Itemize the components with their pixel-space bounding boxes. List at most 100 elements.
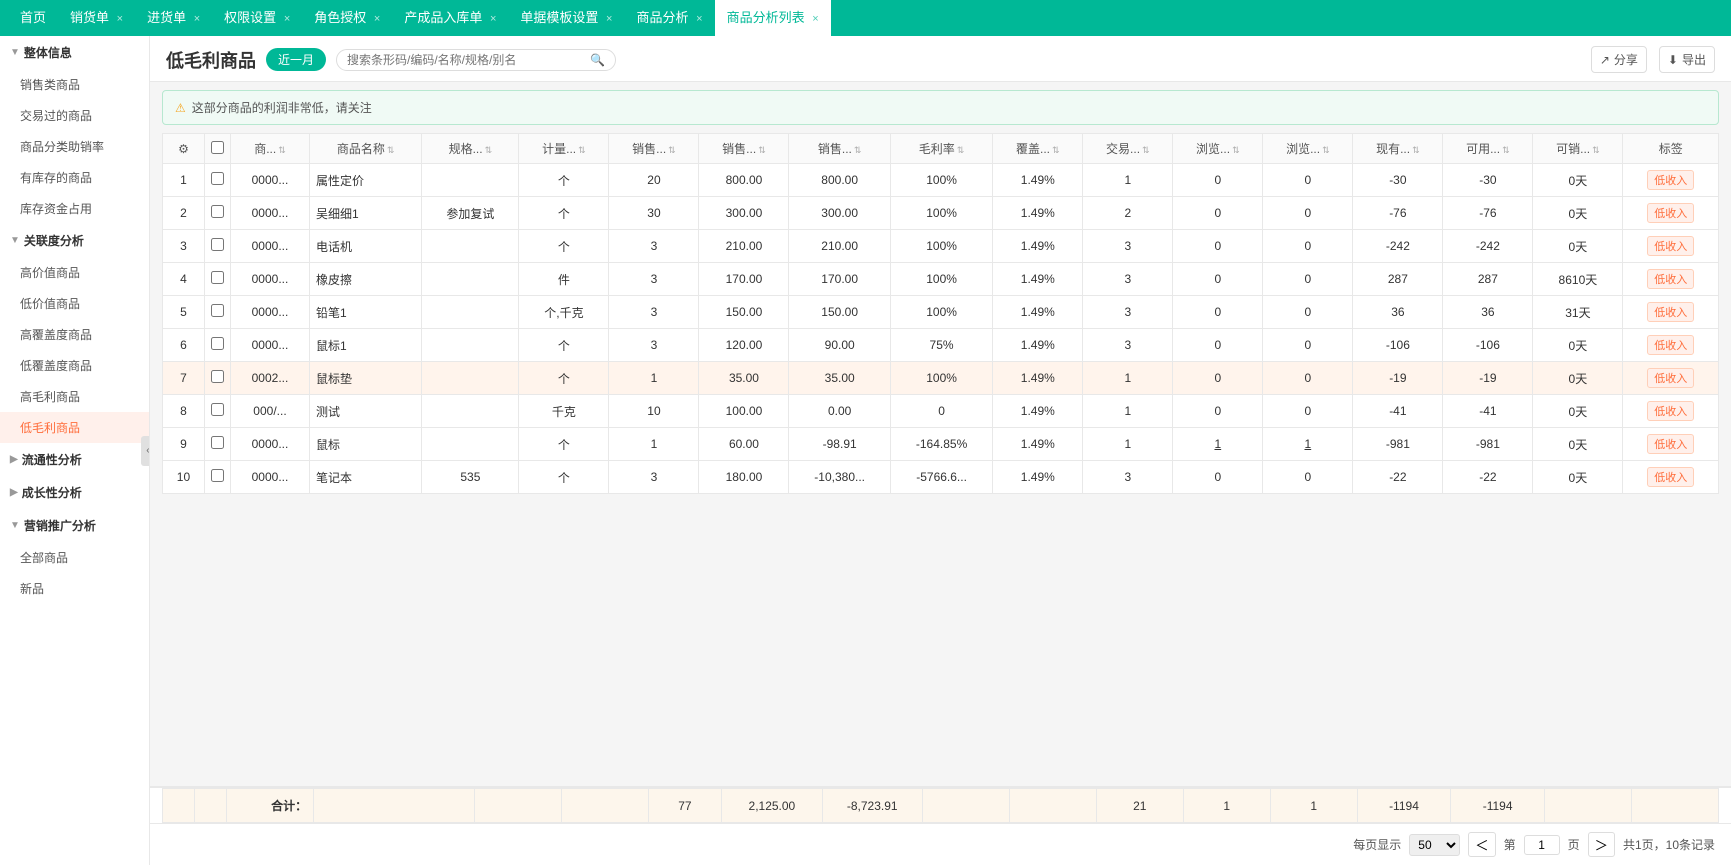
row-checkbox[interactable] — [211, 469, 224, 482]
row-name[interactable]: 鼠标 — [310, 428, 422, 461]
close-icon[interactable]: × — [696, 13, 702, 25]
col-code[interactable]: 商...⇅ — [230, 134, 309, 164]
col-settings[interactable]: ⚙ — [163, 134, 205, 164]
page-input[interactable] — [1524, 835, 1560, 855]
row-name[interactable]: 铅笔1 — [310, 296, 422, 329]
row-views1[interactable]: 0 — [1173, 461, 1263, 494]
nav-item-purchase[interactable]: 进货单 × — [135, 0, 212, 36]
col-unit[interactable]: 计量...⇅ — [519, 134, 609, 164]
row-tag: 低收入 — [1623, 164, 1719, 197]
row-name[interactable]: 电话机 — [310, 230, 422, 263]
sidebar-section-liquidity[interactable]: ▶ 流通性分析 — [0, 443, 149, 476]
col-name[interactable]: 商品名称⇅ — [310, 134, 422, 164]
row-views1[interactable]: 0 — [1173, 230, 1263, 263]
col-gross-margin[interactable]: 毛利率⇅ — [890, 134, 992, 164]
col-available-stock[interactable]: 可用...⇅ — [1443, 134, 1533, 164]
col-coverage[interactable]: 覆盖...⇅ — [993, 134, 1083, 164]
row-views1[interactable]: 0 — [1173, 362, 1263, 395]
nav-item-analysis-list[interactable]: 商品分析列表 × — [715, 0, 831, 36]
row-checkbox[interactable] — [211, 436, 224, 449]
sidebar-section-marketing[interactable]: ▼ 营销推广分析 — [0, 509, 149, 542]
row-checkbox[interactable] — [211, 370, 224, 383]
row-name[interactable]: 鼠标垫 — [310, 362, 422, 395]
nav-item-roles[interactable]: 角色授权 × — [302, 0, 392, 36]
row-views1[interactable]: 1 — [1173, 428, 1263, 461]
time-filter-button[interactable]: 近一月 — [266, 48, 326, 71]
search-input[interactable] — [347, 53, 586, 67]
row-checkbox[interactable] — [211, 304, 224, 317]
prev-page-button[interactable]: ＜ — [1468, 832, 1495, 857]
row-available-stock: -30 — [1443, 164, 1533, 197]
row-name[interactable]: 笔记本 — [310, 461, 422, 494]
col-views2[interactable]: 浏览...⇅ — [1263, 134, 1353, 164]
row-views1[interactable]: 0 — [1173, 197, 1263, 230]
row-checkbox[interactable] — [211, 403, 224, 416]
per-page-select[interactable]: 50 20 100 — [1409, 834, 1460, 856]
nav-item-product-entry[interactable]: 产成品入库单 × — [392, 0, 508, 36]
chevron-down-icon: ▼ — [10, 47, 20, 58]
sidebar-section-overall[interactable]: ▼ 整体信息 — [0, 36, 149, 69]
close-icon[interactable]: × — [606, 13, 612, 25]
views1-link[interactable]: 1 — [1214, 437, 1221, 451]
sidebar-item-low-margin[interactable]: 低毛利商品 — [0, 412, 149, 443]
nav-item-analysis[interactable]: 商品分析 × — [624, 0, 714, 36]
sidebar-item-category-rate[interactable]: 商品分类助销率 — [0, 131, 149, 162]
export-button[interactable]: ⬇ 导出 — [1659, 46, 1715, 73]
col-sales-price[interactable]: 销售...⇅ — [699, 134, 789, 164]
close-icon[interactable]: × — [117, 13, 123, 25]
sidebar-item-high-coverage[interactable]: 高覆盖度商品 — [0, 319, 149, 350]
row-checkbox[interactable] — [211, 172, 224, 185]
col-tag[interactable]: 标签 — [1623, 134, 1719, 164]
sidebar-item-low-value[interactable]: 低价值商品 — [0, 288, 149, 319]
nav-item-template[interactable]: 单据模板设置 × — [508, 0, 624, 36]
settings-icon[interactable]: ⚙ — [178, 142, 189, 156]
row-views1[interactable]: 0 — [1173, 329, 1263, 362]
row-checkbox[interactable] — [211, 337, 224, 350]
close-icon[interactable]: × — [490, 13, 496, 25]
col-sales-amount[interactable]: 销售...⇅ — [789, 134, 890, 164]
select-all-checkbox[interactable] — [211, 141, 224, 154]
col-views1[interactable]: 浏览...⇅ — [1173, 134, 1263, 164]
col-current-stock[interactable]: 现有...⇅ — [1353, 134, 1443, 164]
sidebar-item-low-coverage[interactable]: 低覆盖度商品 — [0, 350, 149, 381]
row-name[interactable]: 属性定价 — [310, 164, 422, 197]
row-name[interactable]: 鼠标1 — [310, 329, 422, 362]
sidebar-item-high-value[interactable]: 高价值商品 — [0, 257, 149, 288]
close-icon[interactable]: × — [194, 13, 200, 25]
col-sellable-days[interactable]: 可销...⇅ — [1533, 134, 1623, 164]
sidebar-section-growth[interactable]: ▶ 成长性分析 — [0, 476, 149, 509]
row-views1[interactable]: 0 — [1173, 296, 1263, 329]
nav-item-sales[interactable]: 销货单 × — [58, 0, 135, 36]
row-name[interactable]: 吴细细1 — [310, 197, 422, 230]
sidebar-item-stock-products[interactable]: 有库存的商品 — [0, 162, 149, 193]
views2-link[interactable]: 1 — [1305, 437, 1312, 451]
search-icon[interactable]: 🔍 — [590, 53, 605, 67]
search-box: 🔍 — [336, 49, 616, 71]
sidebar-item-all-products[interactable]: 全部商品 — [0, 542, 149, 573]
row-views1[interactable]: 0 — [1173, 164, 1263, 197]
close-icon[interactable]: × — [374, 13, 380, 25]
nav-item-permissions[interactable]: 权限设置 × — [212, 0, 302, 36]
row-name[interactable]: 橡皮擦 — [310, 263, 422, 296]
sidebar-item-traded-products[interactable]: 交易过的商品 — [0, 100, 149, 131]
sidebar-item-high-margin[interactable]: 高毛利商品 — [0, 381, 149, 412]
close-icon[interactable]: × — [284, 13, 290, 25]
row-checkbox[interactable] — [211, 205, 224, 218]
nav-item-home[interactable]: 首页 — [8, 0, 58, 36]
sidebar-collapse-button[interactable]: « — [141, 436, 150, 466]
row-name[interactable]: 测试 — [310, 395, 422, 428]
row-views1[interactable]: 0 — [1173, 395, 1263, 428]
row-checkbox[interactable] — [211, 238, 224, 251]
col-sales-qty[interactable]: 销售...⇅ — [609, 134, 699, 164]
col-spec[interactable]: 规格...⇅ — [422, 134, 519, 164]
close-icon[interactable]: × — [812, 13, 818, 25]
sidebar-section-relevance[interactable]: ▼ 关联度分析 — [0, 224, 149, 257]
sidebar-item-inventory-capital[interactable]: 库存资金占用 — [0, 193, 149, 224]
share-button[interactable]: ↗ 分享 — [1591, 46, 1647, 73]
next-page-button[interactable]: ＞ — [1588, 832, 1615, 857]
col-transactions[interactable]: 交易...⇅ — [1083, 134, 1173, 164]
sidebar-item-new-products[interactable]: 新品 — [0, 573, 149, 604]
sidebar-item-sales-products[interactable]: 销售类商品 — [0, 69, 149, 100]
row-checkbox[interactable] — [211, 271, 224, 284]
row-views1[interactable]: 0 — [1173, 263, 1263, 296]
